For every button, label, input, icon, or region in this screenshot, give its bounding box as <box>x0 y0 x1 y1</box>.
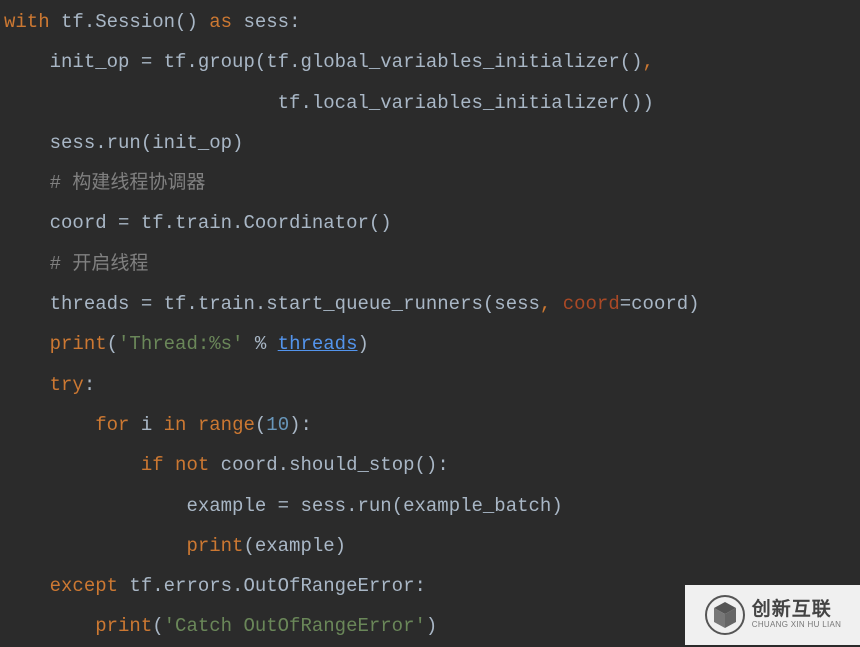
code-line-5: # 构建线程协调器 <box>0 163 860 203</box>
keyword-as: as <box>209 11 232 33</box>
keyword-if: if <box>141 454 164 476</box>
keyword-try: try <box>50 374 84 396</box>
code-line-11: for i in range(10): <box>0 405 860 445</box>
watermark-text: 创新互联 CHUANG XIN HU LIAN <box>752 600 841 630</box>
watermark-en: CHUANG XIN HU LIAN <box>752 621 841 630</box>
keyword-with: with <box>4 11 50 33</box>
code-line-9: print('Thread:%s' % threads) <box>0 324 860 364</box>
code-line-13: example = sess.run(example_batch) <box>0 486 860 526</box>
watermark-logo: 创新互联 CHUANG XIN HU LIAN <box>685 585 860 645</box>
link-threads[interactable]: threads <box>278 333 358 355</box>
keyword-print: print <box>50 333 107 355</box>
number-literal: 10 <box>266 414 289 436</box>
string-literal: 'Thread:%s' <box>118 333 243 355</box>
code-line-3: tf.local_variables_initializer()) <box>0 83 860 123</box>
code-line-6: coord = tf.train.Coordinator() <box>0 203 860 243</box>
code-line-12: if not coord.should_stop(): <box>0 445 860 485</box>
keyword-in: in <box>164 414 187 436</box>
code-line-1: with tf.Session() as sess: <box>0 2 860 42</box>
keyword-for: for <box>95 414 129 436</box>
keyword-except: except <box>50 575 118 597</box>
comment: # 开启线程 <box>50 253 149 275</box>
code-line-10: try: <box>0 365 860 405</box>
code-line-8: threads = tf.train.start_queue_runners(s… <box>0 284 860 324</box>
keyword-print: print <box>95 615 152 637</box>
code-line-4: sess.run(init_op) <box>0 123 860 163</box>
comment: # 构建线程协调器 <box>50 172 206 194</box>
keyword-print: print <box>186 535 243 557</box>
code-line-2: init_op = tf.group(tf.global_variables_i… <box>0 42 860 82</box>
keyword-not: not <box>175 454 209 476</box>
string-literal: 'Catch OutOfRangeError' <box>164 615 426 637</box>
code-line-14: print(example) <box>0 526 860 566</box>
watermark-icon <box>704 594 746 636</box>
watermark-cn: 创新互联 <box>752 600 841 621</box>
code-line-7: # 开启线程 <box>0 244 860 284</box>
keyword-arg-coord: coord <box>563 293 620 315</box>
